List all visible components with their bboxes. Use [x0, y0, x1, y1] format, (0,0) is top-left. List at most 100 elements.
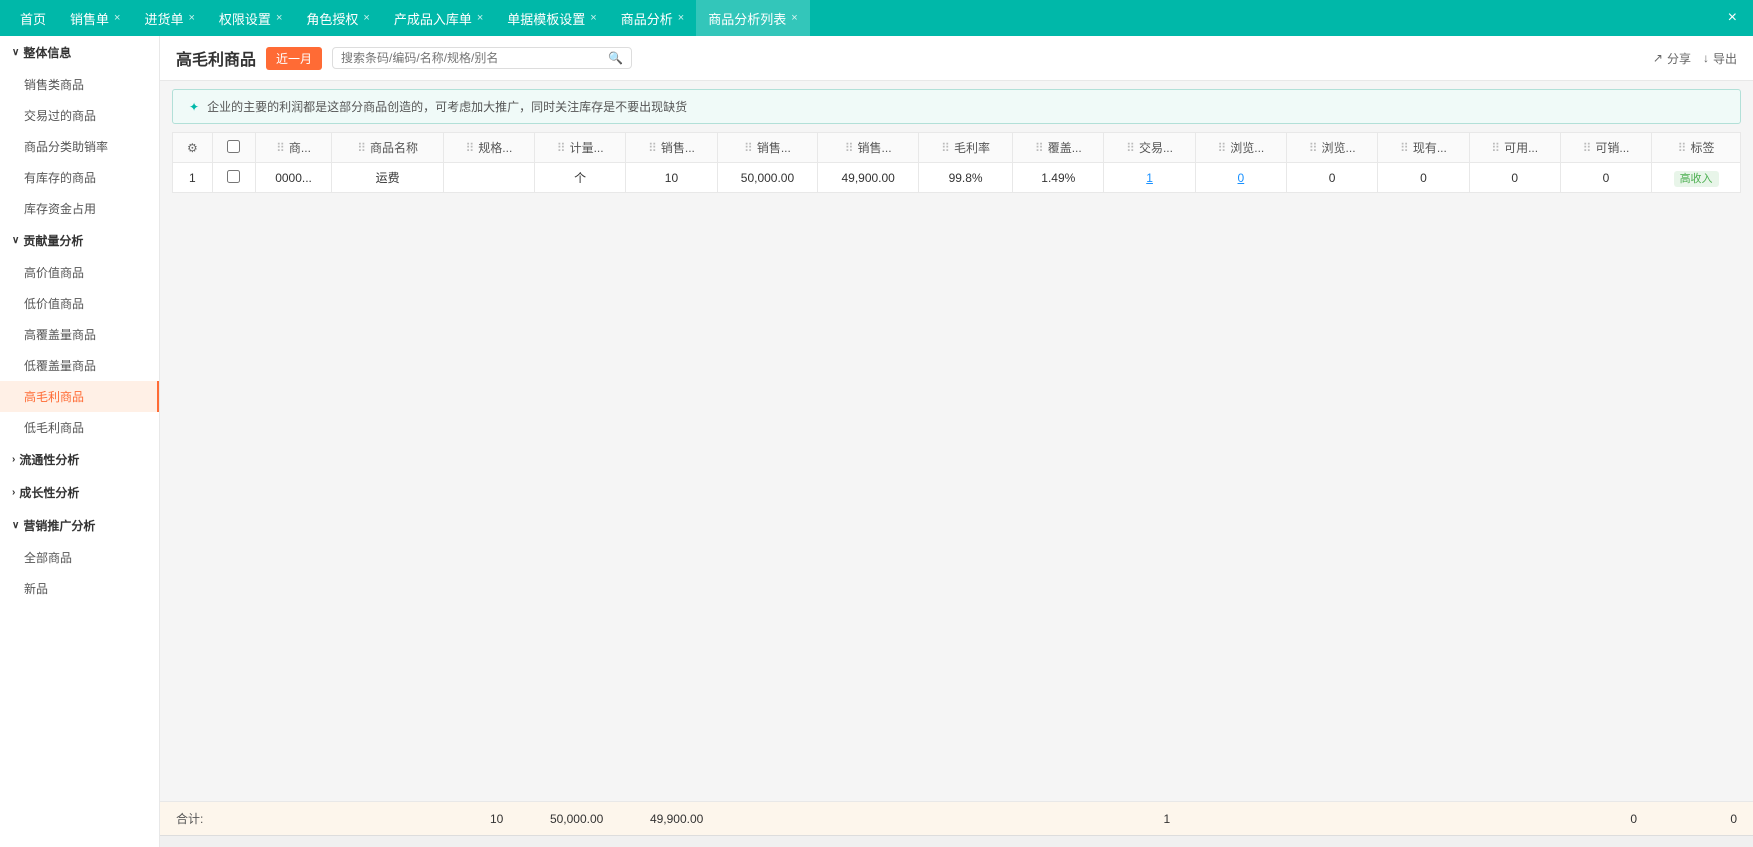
row-tag: 高收入 — [1652, 163, 1741, 193]
table-header-10: ⠿覆盖... — [1013, 133, 1104, 163]
export-button[interactable]: ↓ 导出 — [1703, 50, 1737, 67]
share-button[interactable]: ↗ 分享 — [1653, 50, 1691, 67]
nav-close-icon[interactable]: × — [678, 12, 684, 24]
select-all-checkbox[interactable] — [227, 140, 240, 153]
table-header-16: ⠿可销... — [1560, 133, 1651, 163]
sidebar-group-label: 成长性分析 — [19, 484, 79, 501]
sidebar-group-营销推广分析[interactable]: ∨ 营销推广分析 — [0, 509, 159, 542]
content-area: 高毛利商品 近一月 🔍 ↗ 分享 ↓ 导出 ✦ 企业的主要的利润都是这部分商品创… — [160, 36, 1753, 847]
share-icon: ↗ — [1653, 51, 1663, 65]
table-header-17: ⠿标签 — [1652, 133, 1741, 163]
row-checkbox[interactable] — [212, 163, 255, 193]
table-header-11: ⠿交易... — [1104, 133, 1195, 163]
table-footer: 合计: 10 50,000.00 49,900.00 1 0 0 — [160, 801, 1753, 835]
row-transactions[interactable]: 1 — [1104, 163, 1195, 193]
info-icon: ✦ — [189, 100, 199, 114]
search-icon[interactable]: 🔍 — [608, 51, 623, 65]
nav-close-icon[interactable]: × — [363, 12, 369, 24]
sidebar-item-库存资金占用[interactable]: 库存资金占用 — [0, 193, 159, 224]
row-sale1: 10 — [626, 163, 717, 193]
sidebar-group-贡献量分析[interactable]: ∨贡献量分析 — [0, 224, 159, 257]
table-header-9: ⠿毛利率 — [919, 133, 1013, 163]
row-browse1[interactable]: 0 — [1195, 163, 1286, 193]
sidebar-item-高覆盖量商品[interactable]: 高覆盖量商品 — [0, 319, 159, 350]
row-current: 0 — [1378, 163, 1469, 193]
table-header-14: ⠿现有... — [1378, 133, 1469, 163]
row-gross-rate: 99.8% — [919, 163, 1013, 193]
main-layout: ∨整体信息销售类商品交易过的商品商品分类助销率有库存的商品库存资金占用∨贡献量分… — [0, 36, 1753, 847]
footer-sale2: 50,000.00 — [523, 812, 603, 826]
sidebar-item-交易过的商品[interactable]: 交易过的商品 — [0, 100, 159, 131]
footer-sale3: 49,900.00 — [623, 812, 703, 826]
row-select-checkbox[interactable] — [227, 170, 240, 183]
nav-close-icon[interactable]: × — [276, 12, 282, 24]
header-actions: ↗ 分享 ↓ 导出 — [1653, 50, 1737, 67]
table-header-5: ⠿计量... — [535, 133, 626, 163]
sidebar-item-新品[interactable]: 新品 — [0, 573, 159, 604]
row-num: 1 — [173, 163, 213, 193]
sidebar-item-商品分类助销率[interactable]: 商品分类助销率 — [0, 131, 159, 162]
nav-item-角色授权[interactable]: 角色授权× — [294, 0, 381, 36]
close-window-button[interactable]: × — [1720, 9, 1745, 27]
table-header-1[interactable] — [212, 133, 255, 163]
top-nav: 首页销售单×进货单×权限设置×角色授权×产成品入库单×单据模板设置×商品分析×商… — [0, 0, 1753, 36]
nav-close-icon[interactable]: × — [188, 12, 194, 24]
row-spec — [443, 163, 534, 193]
sidebar-item-高价值商品[interactable]: 高价值商品 — [0, 257, 159, 288]
sidebar-item-高毛利商品[interactable]: 高毛利商品 — [0, 381, 159, 412]
nav-item-商品分析[interactable]: 商品分析× — [609, 0, 696, 36]
nav-item-销售单[interactable]: 销售单× — [58, 0, 132, 36]
sidebar-group-成长性分析[interactable]: › 成长性分析 — [0, 476, 159, 509]
nav-item-进货单[interactable]: 进货单× — [132, 0, 206, 36]
table-header-4: ⠿规格... — [443, 133, 534, 163]
row-browse1-link[interactable]: 0 — [1238, 171, 1245, 185]
table-header-13: ⠿浏览... — [1287, 133, 1378, 163]
table-header-0[interactable]: ⚙ — [173, 133, 213, 163]
search-input[interactable] — [341, 51, 608, 65]
chevron-icon: › — [12, 454, 15, 465]
gear-icon[interactable]: ⚙ — [187, 141, 198, 155]
table-header-15: ⠿可用... — [1469, 133, 1560, 163]
footer-label: 合计: — [176, 810, 203, 827]
sidebar-item-销售类商品[interactable]: 销售类商品 — [0, 69, 159, 100]
nav-close-icon[interactable]: × — [791, 12, 797, 24]
info-banner: ✦ 企业的主要的利润都是这部分商品创造的，可考虑加大推广，同时关注库存是不要出现… — [172, 89, 1741, 124]
footer-sellable: 0 — [1657, 812, 1737, 826]
nav-item-首页[interactable]: 首页 — [8, 0, 58, 36]
nav-item-单据模板设置[interactable]: 单据模板设置× — [495, 0, 608, 36]
nav-close-icon[interactable]: × — [477, 12, 483, 24]
sidebar-item-低覆盖量商品[interactable]: 低覆盖量商品 — [0, 350, 159, 381]
sidebar-group-流通性分析[interactable]: ›流通性分析 — [0, 443, 159, 476]
sidebar-item-全部商品[interactable]: 全部商品 — [0, 542, 159, 573]
sidebar-group-label: 营销推广分析 — [23, 517, 95, 534]
row-sale3: 49,900.00 — [818, 163, 919, 193]
table-header-3: ⠿商品名称 — [332, 133, 443, 163]
nav-close-icon[interactable]: × — [114, 12, 120, 24]
footer-sale1: 10 — [423, 812, 503, 826]
sidebar-item-低价值商品[interactable]: 低价值商品 — [0, 288, 159, 319]
sidebar-group-整体信息[interactable]: ∨整体信息 — [0, 36, 159, 69]
row-transactions-link[interactable]: 1 — [1146, 171, 1153, 185]
chevron-icon: ∨ — [12, 520, 19, 531]
row-name: 运费 — [332, 163, 443, 193]
nav-item-产成品入库单[interactable]: 产成品入库单× — [382, 0, 495, 36]
row-unit: 个 — [535, 163, 626, 193]
nav-item-商品分析列表[interactable]: 商品分析列表× — [696, 0, 809, 36]
nav-close-icon[interactable]: × — [590, 12, 596, 24]
nav-item-权限设置[interactable]: 权限设置× — [207, 0, 294, 36]
time-filter-button[interactable]: 近一月 — [266, 47, 322, 70]
horizontal-scrollbar[interactable] — [160, 835, 1753, 847]
sidebar-item-低毛利商品[interactable]: 低毛利商品 — [0, 412, 159, 443]
export-icon: ↓ — [1703, 51, 1709, 65]
footer-transactions: 1 — [1090, 812, 1170, 826]
table-header-6: ⠿销售... — [626, 133, 717, 163]
table-wrapper[interactable]: ⚙⠿商...⠿商品名称⠿规格...⠿计量...⠿销售...⠿销售...⠿销售..… — [172, 132, 1741, 801]
tag-badge: 高收入 — [1674, 171, 1719, 187]
footer-available: 0 — [1557, 812, 1637, 826]
chevron-icon: › — [12, 487, 15, 498]
sidebar: ∨整体信息销售类商品交易过的商品商品分类助销率有库存的商品库存资金占用∨贡献量分… — [0, 36, 160, 847]
sidebar-item-有库存的商品[interactable]: 有库存的商品 — [0, 162, 159, 193]
row-coverage: 1.49% — [1013, 163, 1104, 193]
sidebar-group-label: 贡献量分析 — [23, 232, 83, 249]
info-text: 企业的主要的利润都是这部分商品创造的，可考虑加大推广，同时关注库存是不要出现缺货 — [207, 98, 687, 115]
